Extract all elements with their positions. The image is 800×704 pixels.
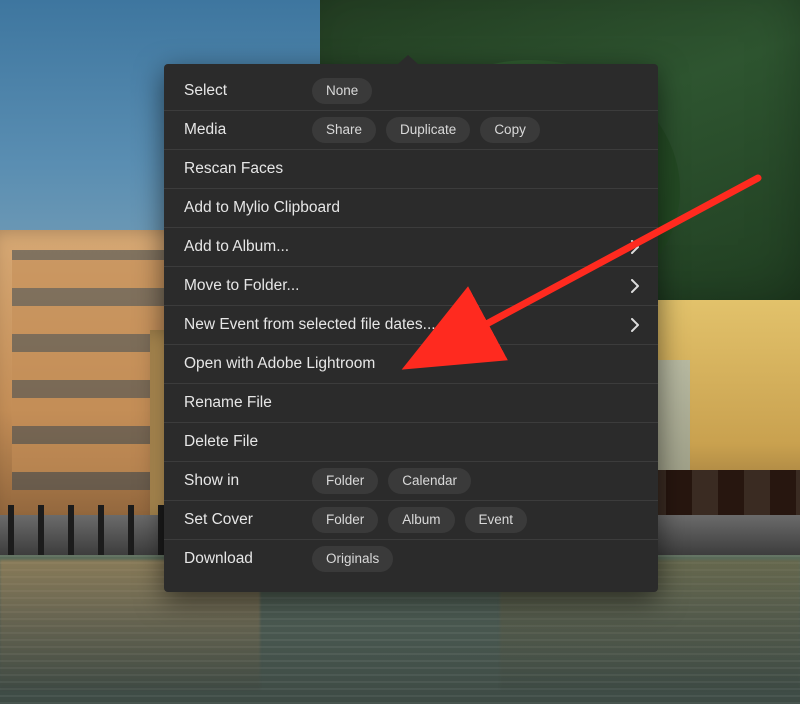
download-label: Download <box>184 550 312 568</box>
menu-item-add-album[interactable]: Add to Album... <box>164 228 658 267</box>
menu-item-new-event[interactable]: New Event from selected file dates... <box>164 306 658 345</box>
open-lightroom-label: Open with Adobe Lightroom <box>184 355 638 373</box>
rescan-faces-label: Rescan Faces <box>184 160 638 178</box>
rename-file-label: Rename File <box>184 394 638 412</box>
row-show-in: Show in Folder Calendar <box>164 462 658 501</box>
row-download: Download Originals <box>164 540 658 578</box>
media-copy-pill[interactable]: Copy <box>480 117 540 143</box>
menu-item-delete-file[interactable]: Delete File <box>164 423 658 462</box>
row-select: Select None <box>164 72 658 111</box>
move-folder-label: Move to Folder... <box>184 277 638 295</box>
set-cover-folder-pill[interactable]: Folder <box>312 507 378 533</box>
set-cover-event-pill[interactable]: Event <box>465 507 528 533</box>
media-duplicate-pill[interactable]: Duplicate <box>386 117 470 143</box>
menu-item-open-lightroom[interactable]: Open with Adobe Lightroom <box>164 345 658 384</box>
delete-file-label: Delete File <box>184 433 638 451</box>
set-cover-label: Set Cover <box>184 511 312 529</box>
show-in-folder-pill[interactable]: Folder <box>312 468 378 494</box>
media-label: Media <box>184 121 312 139</box>
media-share-pill[interactable]: Share <box>312 117 376 143</box>
new-event-label: New Event from selected file dates... <box>184 316 638 334</box>
show-in-label: Show in <box>184 472 312 490</box>
select-none-pill[interactable]: None <box>312 78 372 104</box>
row-media: Media Share Duplicate Copy <box>164 111 658 150</box>
download-originals-pill[interactable]: Originals <box>312 546 393 572</box>
add-album-label: Add to Album... <box>184 238 638 256</box>
set-cover-album-pill[interactable]: Album <box>388 507 454 533</box>
row-set-cover: Set Cover Folder Album Event <box>164 501 658 540</box>
add-clipboard-label: Add to Mylio Clipboard <box>184 199 638 217</box>
context-menu: Select None Media Share Duplicate Copy R… <box>164 64 658 592</box>
menu-item-rename-file[interactable]: Rename File <box>164 384 658 423</box>
menu-item-move-folder[interactable]: Move to Folder... <box>164 267 658 306</box>
menu-item-rescan-faces[interactable]: Rescan Faces <box>164 150 658 189</box>
show-in-calendar-pill[interactable]: Calendar <box>388 468 471 494</box>
select-label: Select <box>184 82 312 100</box>
menu-item-add-clipboard[interactable]: Add to Mylio Clipboard <box>164 189 658 228</box>
